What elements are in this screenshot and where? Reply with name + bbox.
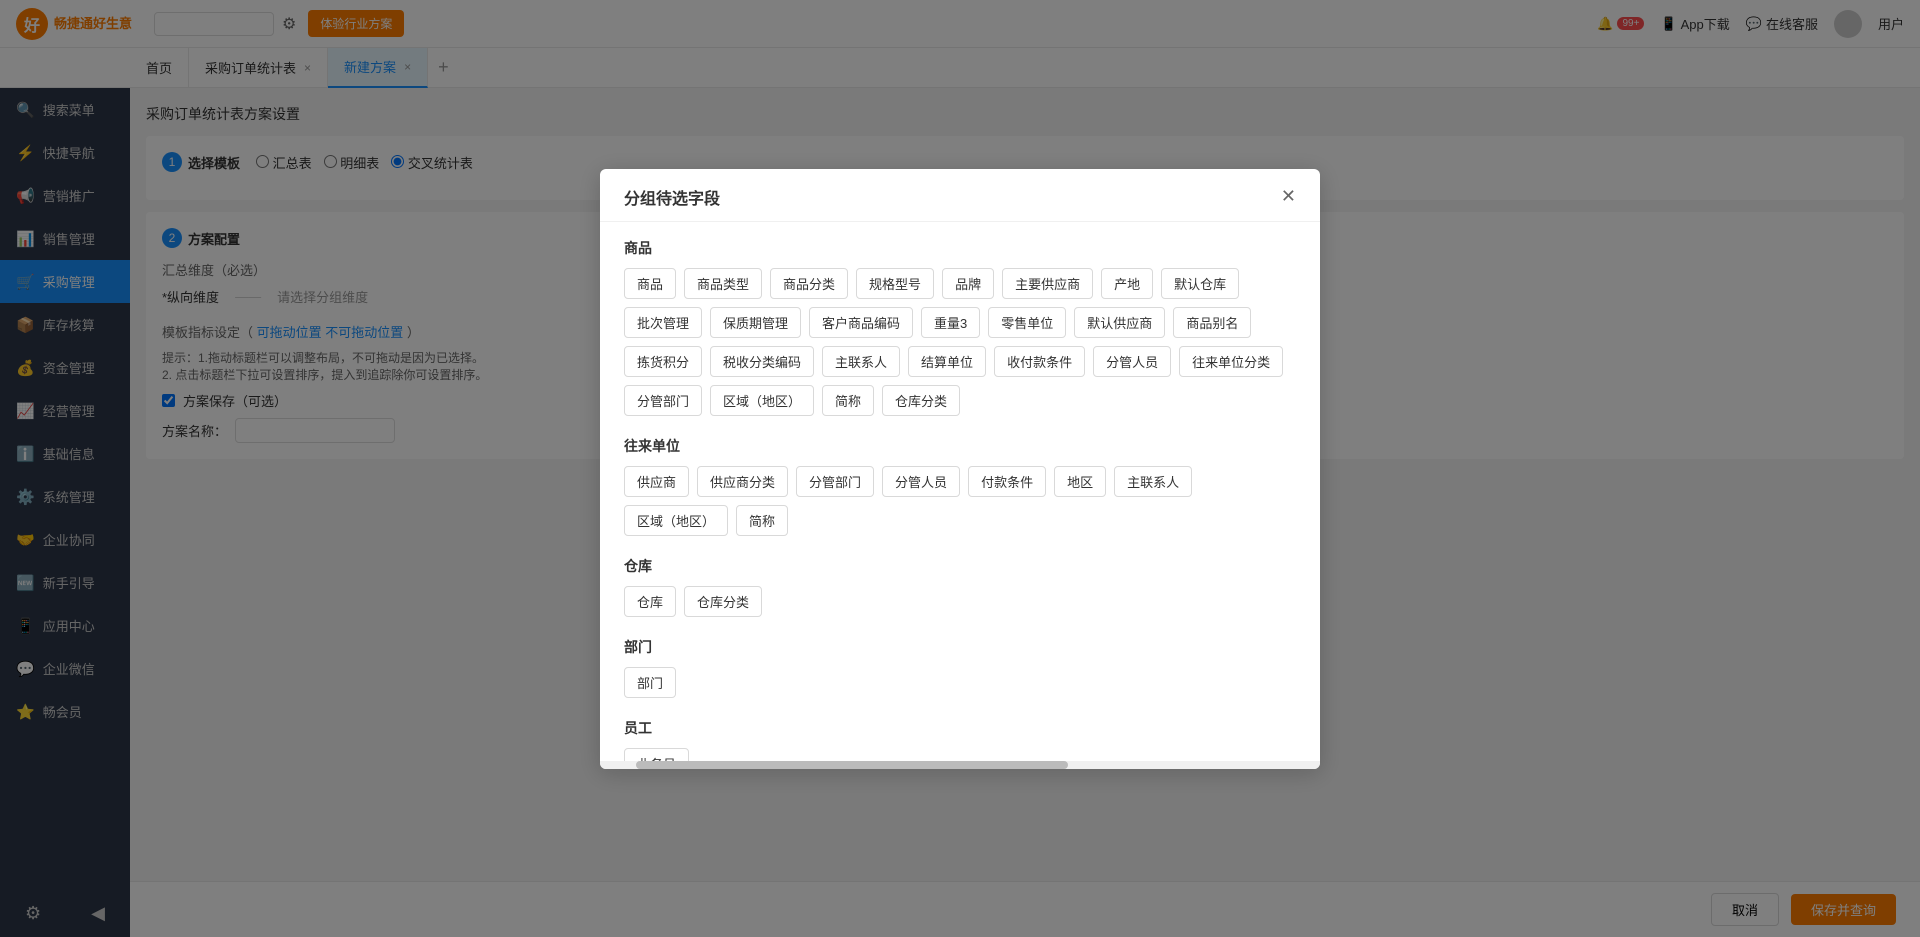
field-group-2: 仓库仓库仓库分类 bbox=[624, 556, 1296, 617]
field-tag-0-10[interactable]: 客户商品编码 bbox=[809, 307, 913, 338]
field-group-0: 商品商品商品类型商品分类规格型号品牌主要供应商产地默认仓库批次管理保质期管理客户… bbox=[624, 238, 1296, 416]
field-tag-0-21[interactable]: 往来单位分类 bbox=[1179, 346, 1283, 377]
field-tag-1-3[interactable]: 分管人员 bbox=[882, 466, 960, 497]
field-group-title-2: 仓库 bbox=[624, 556, 1296, 576]
field-tag-4-0[interactable]: 业务员 bbox=[624, 748, 689, 761]
field-group-1: 往来单位供应商供应商分类分管部门分管人员付款条件地区主联系人区域（地区） 简称 bbox=[624, 436, 1296, 536]
field-tag-0-5[interactable]: 主要供应商 bbox=[1002, 268, 1093, 299]
field-tag-0-9[interactable]: 保质期管理 bbox=[710, 307, 801, 338]
field-tag-0-7[interactable]: 默认仓库 bbox=[1161, 268, 1239, 299]
field-tag-2-1[interactable]: 仓库分类 bbox=[684, 586, 762, 617]
field-tag-0-3[interactable]: 规格型号 bbox=[856, 268, 934, 299]
field-tag-1-4[interactable]: 付款条件 bbox=[968, 466, 1046, 497]
modal-body: 商品商品商品类型商品分类规格型号品牌主要供应商产地默认仓库批次管理保质期管理客户… bbox=[600, 222, 1320, 761]
modal-header: 分组待选字段 ✕ bbox=[600, 169, 1320, 222]
field-tag-1-1[interactable]: 供应商分类 bbox=[697, 466, 788, 497]
field-tag-1-5[interactable]: 地区 bbox=[1054, 466, 1106, 497]
field-group-title-4: 员工 bbox=[624, 718, 1296, 738]
field-group-title-0: 商品 bbox=[624, 238, 1296, 258]
field-group-3: 部门部门 bbox=[624, 637, 1296, 698]
field-tag-0-23[interactable]: 区域（地区） bbox=[710, 385, 814, 416]
modal-scrollbar-track bbox=[600, 761, 1320, 769]
field-tag-0-15[interactable]: 拣货积分 bbox=[624, 346, 702, 377]
field-list-2: 仓库仓库分类 bbox=[624, 586, 1296, 617]
field-tag-0-1[interactable]: 商品类型 bbox=[684, 268, 762, 299]
field-group-title-1: 往来单位 bbox=[624, 436, 1296, 456]
field-tag-0-22[interactable]: 分管部门 bbox=[624, 385, 702, 416]
field-select-modal: 分组待选字段 ✕ 商品商品商品类型商品分类规格型号品牌主要供应商产地默认仓库批次… bbox=[600, 169, 1320, 769]
field-group-4: 员工业务员 bbox=[624, 718, 1296, 761]
field-tag-0-8[interactable]: 批次管理 bbox=[624, 307, 702, 338]
field-tag-0-19[interactable]: 收付款条件 bbox=[994, 346, 1085, 377]
field-tag-0-2[interactable]: 商品分类 bbox=[770, 268, 848, 299]
field-tag-1-6[interactable]: 主联系人 bbox=[1114, 466, 1192, 497]
modal-close-button[interactable]: ✕ bbox=[1281, 186, 1296, 207]
field-tag-3-0[interactable]: 部门 bbox=[624, 667, 676, 698]
field-tag-0-25[interactable]: 仓库分类 bbox=[882, 385, 960, 416]
field-tag-0-0[interactable]: 商品 bbox=[624, 268, 676, 299]
field-list-3: 部门 bbox=[624, 667, 1296, 698]
field-tag-0-12[interactable]: 零售单位 bbox=[988, 307, 1066, 338]
field-tag-1-8[interactable]: 简称 bbox=[736, 505, 788, 536]
field-tag-0-17[interactable]: 主联系人 bbox=[822, 346, 900, 377]
field-tag-1-0[interactable]: 供应商 bbox=[624, 466, 689, 497]
field-tag-0-6[interactable]: 产地 bbox=[1101, 268, 1153, 299]
field-tag-1-7[interactable]: 区域（地区） bbox=[624, 505, 728, 536]
field-tag-0-16[interactable]: 税收分类编码 bbox=[710, 346, 814, 377]
field-tag-2-0[interactable]: 仓库 bbox=[624, 586, 676, 617]
field-tag-0-11[interactable]: 重量3 bbox=[921, 307, 980, 338]
field-tag-1-2[interactable]: 分管部门 bbox=[796, 466, 874, 497]
field-tag-0-14[interactable]: 商品别名 bbox=[1173, 307, 1251, 338]
field-group-title-3: 部门 bbox=[624, 637, 1296, 657]
field-tag-0-4[interactable]: 品牌 bbox=[942, 268, 994, 299]
field-tag-0-24[interactable]: 简称 bbox=[822, 385, 874, 416]
field-list-4: 业务员 bbox=[624, 748, 1296, 761]
field-tag-0-20[interactable]: 分管人员 bbox=[1093, 346, 1171, 377]
field-tag-0-18[interactable]: 结算单位 bbox=[908, 346, 986, 377]
field-tag-0-13[interactable]: 默认供应商 bbox=[1074, 307, 1165, 338]
field-list-1: 供应商供应商分类分管部门分管人员付款条件地区主联系人区域（地区） 简称 bbox=[624, 466, 1296, 536]
modal-title: 分组待选字段 bbox=[624, 185, 720, 209]
field-list-0: 商品商品类型商品分类规格型号品牌主要供应商产地默认仓库批次管理保质期管理客户商品… bbox=[624, 268, 1296, 416]
